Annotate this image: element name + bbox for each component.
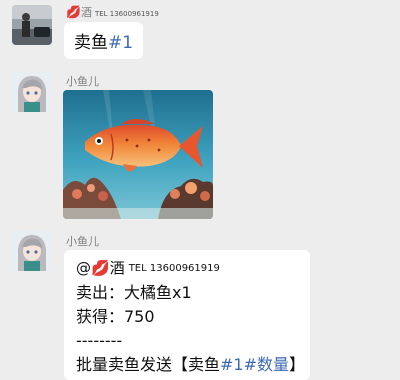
fish-photo[interactable]	[63, 90, 213, 219]
hint-hashtag[interactable]: #1#数量	[220, 355, 289, 374]
earned-line: 获得：750	[76, 306, 155, 326]
sender-name-jiu: 💋酒 TEL 13600961919	[66, 4, 159, 20]
mention-line: @💋酒 TEL 13600961919	[76, 256, 298, 281]
message-text: 卖鱼	[74, 33, 108, 53]
batch-sell-hint: 批量卖鱼发送【卖鱼#1#数量】	[76, 353, 305, 377]
message-bubble-sell-fish[interactable]: 卖鱼#1	[64, 22, 144, 59]
lips-icon: 💋	[91, 259, 110, 277]
mention-at: @	[76, 259, 91, 277]
lips-icon: 💋	[66, 5, 81, 19]
message-hashtag[interactable]: #1	[108, 33, 133, 53]
sender-tel: TEL 13600961919	[94, 10, 159, 18]
avatar-xiaoyuer[interactable]	[12, 72, 52, 112]
sender-name-xiaoyuer-2: 小鱼儿	[66, 235, 99, 248]
mention-name[interactable]: 酒	[110, 259, 125, 277]
hint-suffix: 】	[289, 354, 306, 374]
sold-line: 卖出：大橘鱼x1	[76, 282, 192, 302]
avatar-xiaoyuer-2[interactable]	[12, 231, 52, 271]
separator-line: --------	[76, 330, 123, 350]
hint-prefix: 批量卖鱼发送【卖鱼	[76, 354, 221, 374]
sender-name-text: 酒	[80, 6, 92, 19]
mention-tel: TEL 13600961919	[128, 262, 220, 274]
avatar-jiu[interactable]	[12, 5, 52, 45]
message-bubble-sale-result[interactable]: @💋酒 TEL 13600961919 卖出：大橘鱼x1 获得：750 -----…	[64, 250, 310, 380]
sender-name-xiaoyuer: 小鱼儿	[66, 75, 99, 88]
